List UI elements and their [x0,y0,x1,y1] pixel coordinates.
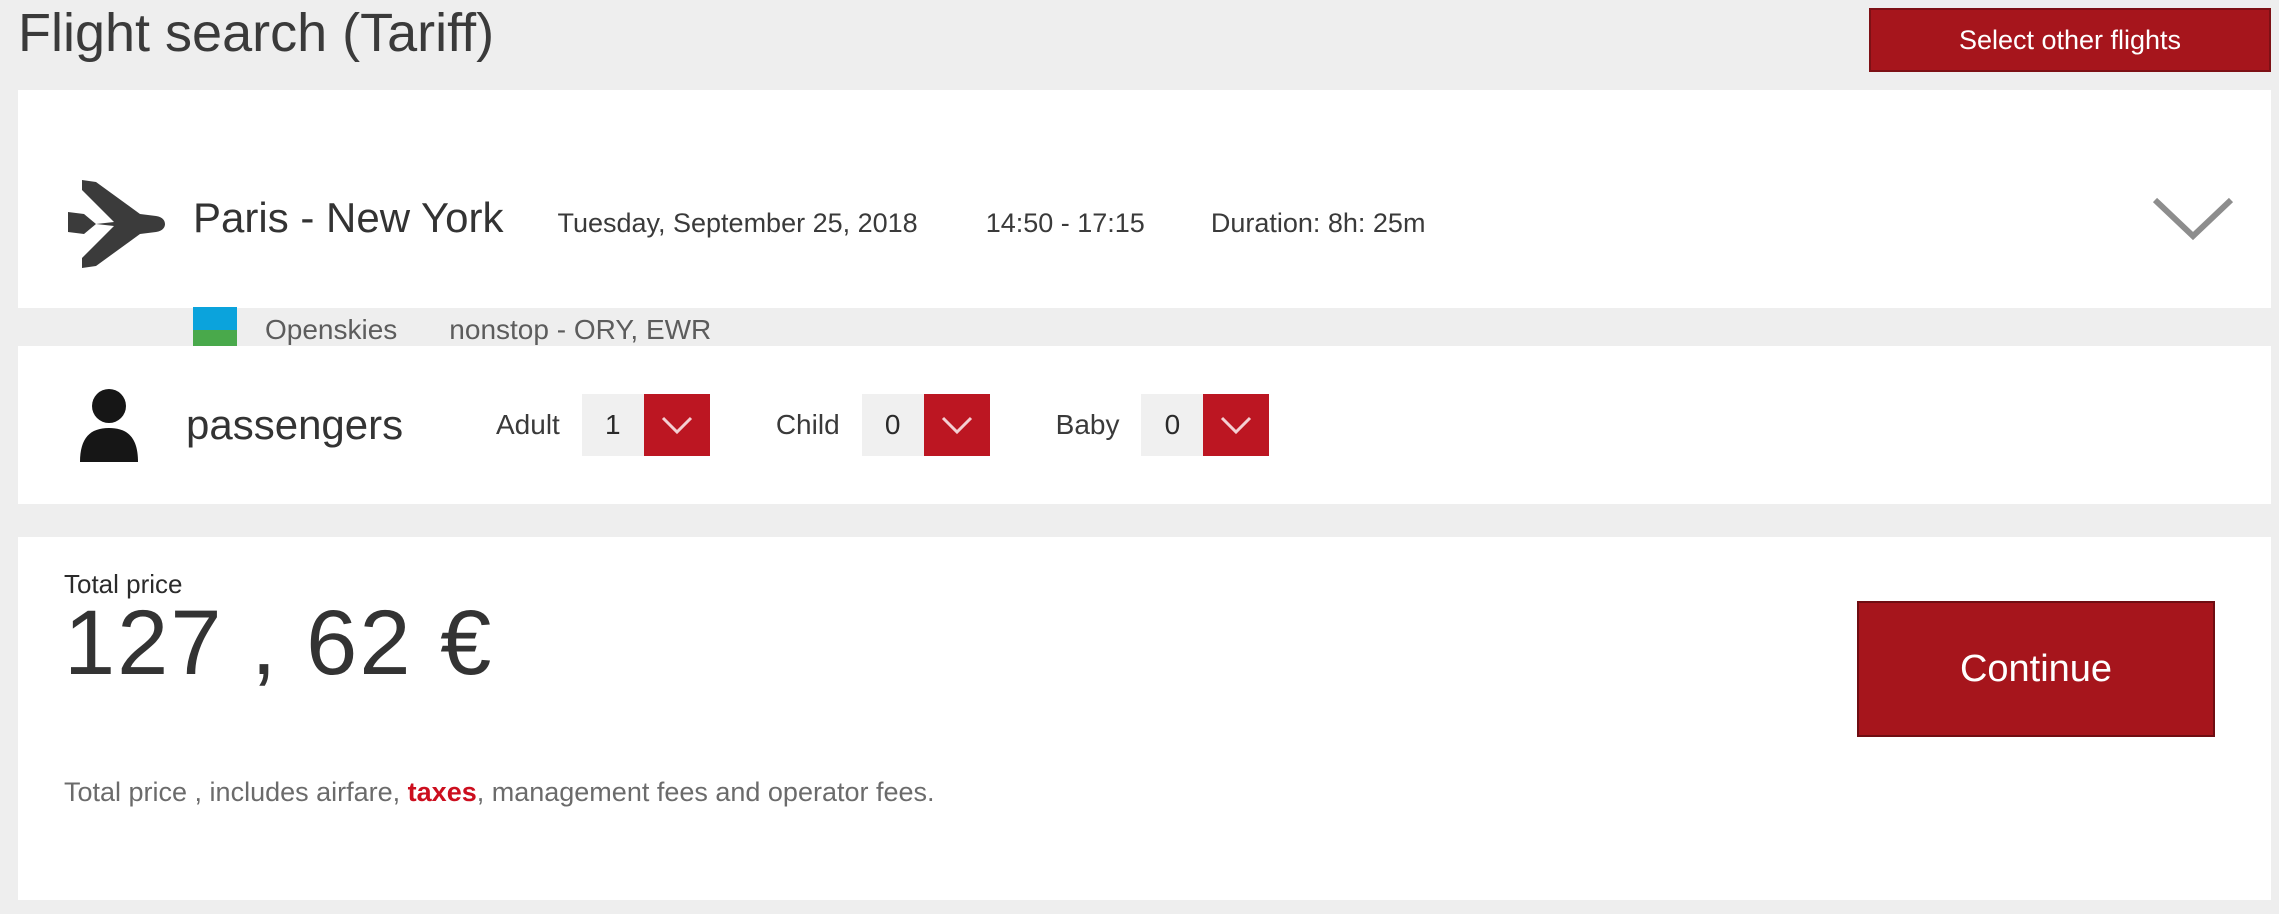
chevron-down-icon[interactable] [1203,394,1270,456]
flight-stops: nonstop - ORY, EWR [449,314,712,345]
price-disclaimer-suffix: , management fees and operator fees. [476,777,935,807]
passenger-group-child: Child 0 [776,394,990,456]
page-title: Flight search (Tariff) [18,3,495,63]
chevron-down-icon[interactable] [923,394,990,456]
flight-date: Tuesday, September 25, 2018 [557,208,918,238]
adult-label: Adult [496,409,560,440]
taxes-link[interactable]: taxes [408,777,477,807]
flight-primary-row: Paris - New York Tuesday, September 25, … [193,194,1425,242]
chevron-down-icon[interactable] [2151,194,2235,242]
passengers-card: passengers Adult 1 Child 0 Baby 0 [18,346,2271,504]
page-header: Flight search (Tariff) Select other flig… [0,0,2279,88]
airplane-icon [62,176,166,272]
flight-route: Paris - New York [193,194,504,241]
child-label: Child [775,409,840,440]
total-price-amount: 127 , 62 € [64,592,494,694]
flight-duration: Duration: 8h: 25m [1210,208,1426,238]
chevron-down-icon[interactable] [643,394,710,456]
baby-value: 0 [1141,394,1204,456]
passenger-group-adult: Adult 1 [496,394,710,456]
continue-button[interactable]: Continue [1857,601,2215,737]
passenger-selectors: Adult 1 Child 0 Baby 0 [496,394,1335,456]
price-disclaimer: Total price , includes airfare, taxes, m… [64,777,935,808]
adult-select[interactable]: 1 [581,394,710,456]
baby-select[interactable]: 0 [1141,394,1270,456]
flight-summary-card: Paris - New York Tuesday, September 25, … [18,90,2271,353]
person-icon [76,388,142,462]
total-price-card: Total price 127 , 62 € Total price , inc… [18,537,2271,900]
child-select[interactable]: 0 [861,394,990,456]
flight-time: 14:50 - 17:15 [985,208,1145,238]
select-other-flights-button[interactable]: Select other flights [1869,8,2271,72]
adult-value: 1 [581,394,644,456]
baby-label: Baby [1055,409,1120,440]
passenger-group-baby: Baby 0 [1056,394,1270,456]
child-value: 0 [861,394,924,456]
price-disclaimer-prefix: Total price , includes airfare, [64,777,401,807]
passengers-title: passengers [186,401,404,448]
airline-name: Openskies [265,314,398,345]
